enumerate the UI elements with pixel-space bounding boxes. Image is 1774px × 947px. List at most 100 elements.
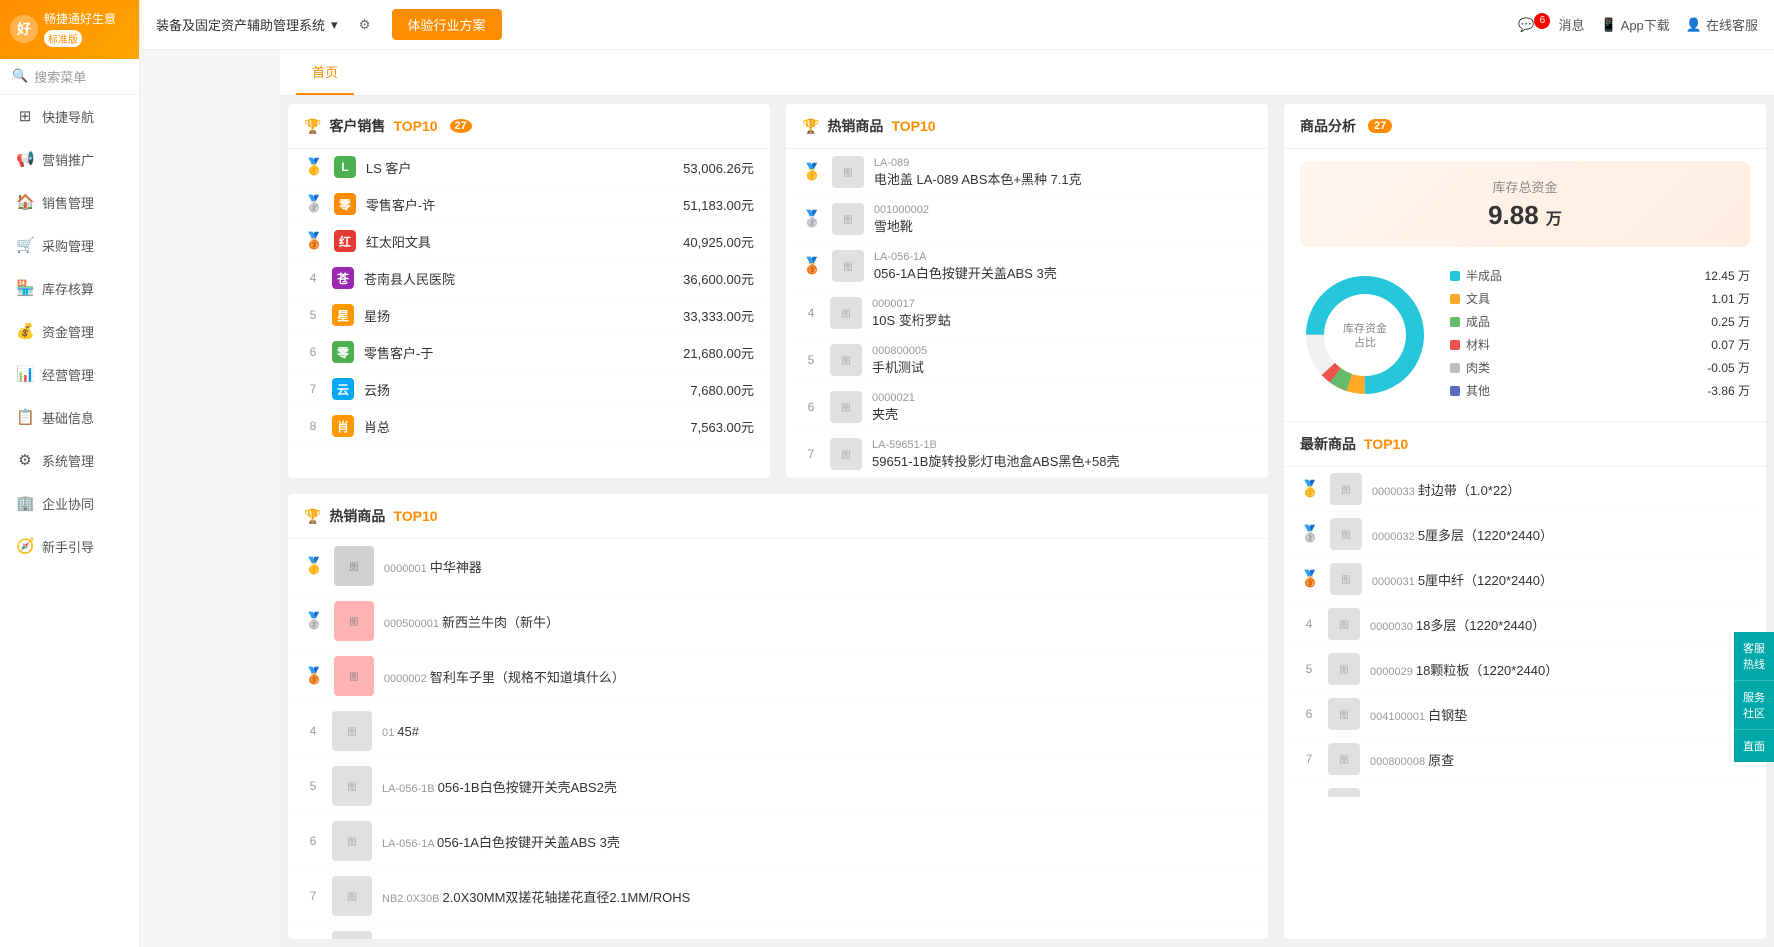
- product-thumb: 图: [332, 766, 372, 806]
- medal-icon: 🥈: [802, 209, 822, 229]
- customer-badge-l: L: [334, 156, 356, 178]
- medal-icon: 🥉: [802, 256, 822, 276]
- sidebar-item-quick-nav[interactable]: ⊞ 快捷导航: [0, 95, 139, 138]
- trial-button[interactable]: 体验行业方案: [392, 9, 502, 40]
- legend-dot: [1450, 386, 1460, 396]
- product-code: 001000002: [874, 204, 1252, 216]
- list-item: 🥈 图 001000002 雪地靴: [786, 196, 1268, 243]
- sales-label: 销售管理: [42, 193, 94, 212]
- tab-home[interactable]: 首页: [296, 50, 354, 95]
- customer-name: 零售客户-许: [366, 195, 673, 214]
- customer-amount: 36,600.00元: [683, 269, 754, 288]
- product-name: 封边带（1.0*22）: [1418, 483, 1521, 498]
- product-info: 004100001 白钢垫: [1370, 705, 1750, 724]
- legend-dot: [1450, 271, 1460, 281]
- rank-num: 5: [304, 308, 322, 322]
- rank-num: 5: [802, 353, 820, 367]
- float-community-btn[interactable]: 服务社区: [1734, 681, 1774, 730]
- sidebar-item-operations[interactable]: 📊 经营管理: [0, 353, 139, 396]
- list-item: 6 图 0000021 夹壳: [786, 384, 1268, 431]
- float-direct-btn[interactable]: 直面: [1734, 730, 1774, 762]
- medal-icon: 🥇: [304, 157, 324, 177]
- product-thumb: 图: [334, 656, 374, 696]
- product-thumb: 图: [1328, 653, 1360, 685]
- customer-badge-yun: 云: [332, 378, 354, 400]
- list-item: 5 图 LA-056-1B 056-1B白色按键开关壳ABS2壳: [288, 759, 1268, 814]
- system-selector[interactable]: 装备及固定资产辅助管理系统 ▾: [156, 15, 338, 34]
- enterprise-icon: 🏢: [16, 494, 34, 512]
- product-code: 000800008: [1370, 756, 1428, 768]
- customer-amount: 40,925.00元: [683, 232, 754, 251]
- sidebar-item-finance[interactable]: 💰 资金管理: [0, 310, 139, 353]
- system-icon: ⚙: [16, 451, 34, 469]
- sidebar-item-marketing[interactable]: 📢 营销推广: [0, 138, 139, 181]
- donut-chart: 库存资金 占比: [1300, 270, 1430, 403]
- product-thumb: 图: [1330, 518, 1362, 550]
- legend-dot: [1450, 340, 1460, 350]
- sidebar-header: 好 畅捷通好生意 标准版: [0, 0, 139, 59]
- messages-item[interactable]: 💬 6 消息: [1518, 15, 1584, 34]
- product-sale-hot-header: 🏆 热销商品 TOP10: [786, 104, 1268, 149]
- settings-button[interactable]: ⚙: [350, 10, 380, 40]
- medal-icon: 🥉: [1300, 569, 1320, 589]
- customer-name: 苍南县人民医院: [364, 269, 673, 288]
- product-name: 中华神器: [430, 560, 482, 575]
- product-thumb: 图: [832, 156, 864, 188]
- online-service-item[interactable]: 👤 在线客服: [1686, 15, 1758, 34]
- medal-icon: 🥈: [304, 194, 324, 214]
- trophy-icon3: 🏆: [304, 508, 321, 525]
- list-item: 🥇 图 0000033 封边带（1.0*22）: [1284, 467, 1766, 512]
- list-item: 🥇 图 LA-089 电池盖 LA-089 ABS本色+黑种 7.1克: [786, 149, 1268, 196]
- chevron-down-icon: ▾: [331, 17, 338, 33]
- product-name: 电池盖 LA-089 ABS本色+黑种 7.1克: [874, 169, 1252, 188]
- sidebar-item-basics[interactable]: 📋 基础信息: [0, 396, 139, 439]
- rank-num: 7: [1300, 752, 1318, 766]
- app-download-item[interactable]: 📱 App下载: [1600, 15, 1669, 34]
- sidebar-item-system[interactable]: ⚙ 系统管理: [0, 439, 139, 482]
- product-sale-list: 🥇 图 LA-089 电池盖 LA-089 ABS本色+黑种 7.1克 🥈 图: [786, 149, 1268, 478]
- search-menu[interactable]: 🔍 搜索菜单: [0, 59, 139, 95]
- product-thumb: 图: [1328, 608, 1360, 640]
- product-info: LA-056-1B 056-1B白色按键开关壳ABS2壳: [382, 777, 1252, 796]
- list-item: 8 图 0000011 12070519-xs: [288, 924, 1268, 939]
- product-info: LA-089 电池盖 LA-089 ABS本色+黑种 7.1克: [874, 157, 1252, 188]
- enterprise-label: 企业协同: [42, 494, 94, 513]
- dashboard: 🏆 客户销售 TOP10 27 🥇 L LS 客户 53,006.26元 🥈 零…: [280, 96, 1774, 947]
- product-thumb: 图: [832, 203, 864, 235]
- search-icon: 🔍: [12, 68, 28, 84]
- legend-val: 12.45 万: [1705, 267, 1750, 284]
- list-item: 🥇 图 0000001 中华神器: [288, 539, 1268, 594]
- rank-num: 8: [304, 419, 322, 433]
- float-customer-service-btn[interactable]: 客服热线: [1734, 632, 1774, 681]
- operations-label: 经营管理: [42, 365, 94, 384]
- customer-name: 红太阳文具: [366, 232, 673, 251]
- inventory-total-value: 9.88 万: [1320, 200, 1730, 231]
- sidebar-item-sales[interactable]: 🏠 销售管理: [0, 181, 139, 224]
- list-item: 4 图 0000017 10S 变桁罗蛄: [786, 290, 1268, 337]
- product-info: 0000032 5厘多层（1220*2440）: [1372, 525, 1750, 544]
- product-thumb: 图: [332, 711, 372, 751]
- customer-name: 零售客户-于: [364, 343, 673, 362]
- sidebar-item-purchase[interactable]: 🛒 采购管理: [0, 224, 139, 267]
- legend-item: 文具 1.01 万: [1450, 290, 1750, 307]
- marketing-label: 营销推广: [42, 150, 94, 169]
- new-products-header: 最新商品 TOP10: [1284, 422, 1766, 467]
- sidebar-item-inventory[interactable]: 🏪 库存核算: [0, 267, 139, 310]
- product-info: LA-59651-1B 59651-1B旋转投影灯电池盒ABS黑色+58壳: [872, 439, 1252, 470]
- sidebar-item-guide[interactable]: 🧭 新手引导: [0, 525, 139, 568]
- product-code: 0000030: [1370, 621, 1416, 633]
- legend-item: 成品 0.25 万: [1450, 313, 1750, 330]
- list-item: 7 云 云扬 7,680.00元: [288, 371, 770, 408]
- product-name: 056-1A白色按键开关盖ABS 3壳: [874, 263, 1252, 282]
- rank-num: 5: [1300, 662, 1318, 676]
- medal-icon: 🥇: [802, 162, 822, 182]
- new-products-title: 最新商品: [1300, 434, 1356, 454]
- customer-badge-ling2: 零: [332, 341, 354, 363]
- mobile-icon: 📱: [1600, 17, 1616, 33]
- customer-badge-hong: 红: [334, 230, 356, 252]
- sidebar-item-enterprise[interactable]: 🏢 企业协同: [0, 482, 139, 525]
- product-thumb: 图: [830, 391, 862, 423]
- product-name: 2.0X30MM双搓花轴搓花直径2.1MM/ROHS: [443, 890, 691, 905]
- product-sale-hot-label: TOP10: [891, 118, 935, 134]
- customer-amount: 7,563.00元: [690, 417, 754, 436]
